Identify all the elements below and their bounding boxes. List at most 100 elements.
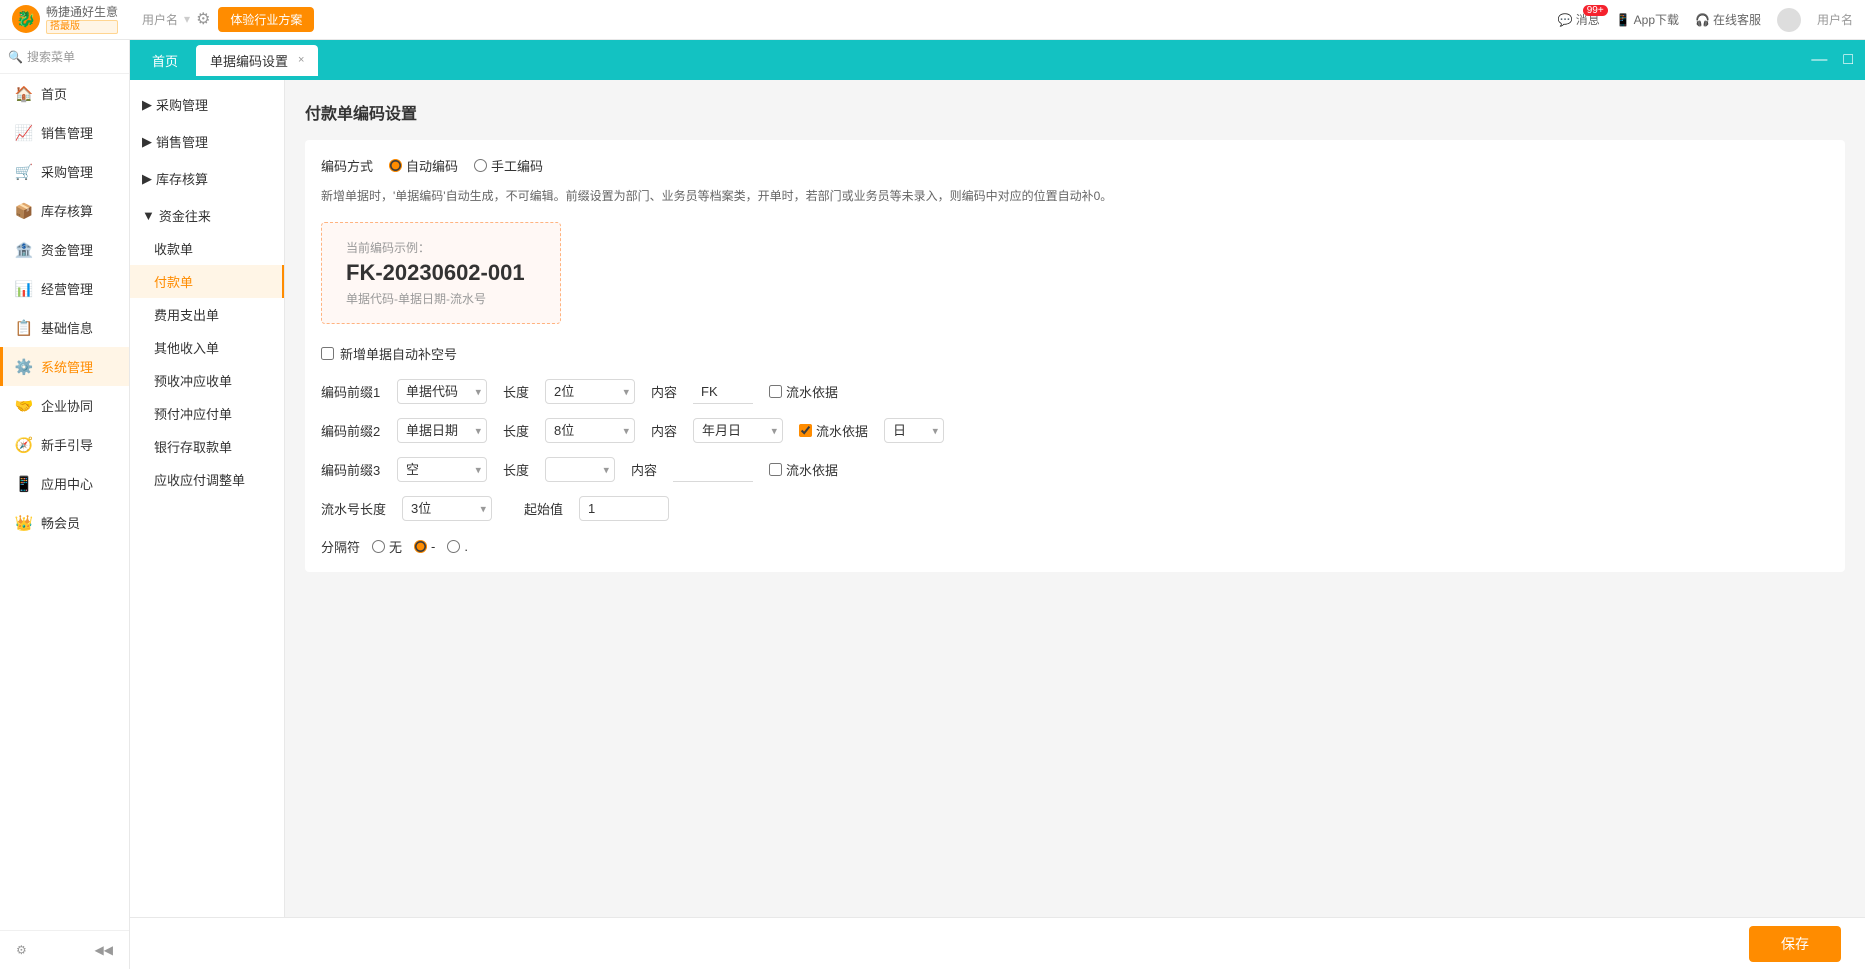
sidebar-item-guide[interactable]: 🧭 新手引导 [0, 425, 129, 464]
sidebar-item-apps[interactable]: 📱 应用中心 [0, 464, 129, 503]
member-icon: 👑 [15, 514, 33, 532]
sidebar-item-inventory[interactable]: 📦 库存核算 [0, 191, 129, 230]
prefix3-row: 编码前缀3 空 单据代码 单据日期 长度 [321, 457, 1829, 482]
prefix2-row: 编码前缀2 单据代码 单据日期 空 长度 [321, 418, 1829, 443]
tab-close-icon[interactable]: × [298, 54, 304, 66]
prefix1-length-select[interactable]: 2位 3位 4位 [545, 379, 635, 404]
search-menu-btn[interactable]: 🔍 搜索菜单 [0, 40, 129, 74]
prefix2-day-wrapper: 日 月 年 [884, 418, 944, 443]
prefix3-watermark-checkbox[interactable] [769, 463, 782, 476]
sub-group-title-inventory[interactable]: ▶ 库存核算 [130, 162, 284, 195]
prefix1-select[interactable]: 单据代码 单据日期 空 [397, 379, 487, 404]
sub-item-adjust[interactable]: 应收应付调整单 [130, 463, 284, 496]
online-service-btn[interactable]: 🎧 在线客服 [1695, 11, 1761, 28]
sub-group-capital: ▼ 资金往来 收款单 付款单 费用支出单 其他收入单 预收冲应收单 预付冲应付单… [130, 199, 284, 496]
right-panel: 首页 单据编码设置 × — □ ▶ 采购管理 [130, 40, 1865, 969]
auto-fill-checkbox[interactable] [321, 347, 334, 360]
prefix1-row: 编码前缀1 单据代码 单据日期 空 长度 [321, 379, 1829, 404]
prefix3-content-input [673, 458, 753, 482]
settings-icon[interactable]: ⚙ [196, 9, 210, 29]
sub-item-expense[interactable]: 费用支出单 [130, 298, 284, 331]
sep-none-option[interactable]: 无 [372, 537, 402, 556]
system-icon: ⚙️ [15, 358, 33, 376]
manual-code-option[interactable]: 手工编码 [474, 156, 543, 175]
sub-item-receipt[interactable]: 收款单 [130, 232, 284, 265]
inventory-icon: 📦 [15, 202, 33, 220]
prefix2-day-select[interactable]: 日 月 年 [884, 418, 944, 443]
sidebar-item-enterprise[interactable]: 🤝 企业协同 [0, 386, 129, 425]
prefix3-content-label: 内容 [631, 460, 657, 479]
prefix1-watermark-checkbox[interactable] [769, 385, 782, 398]
app-icon: 📱 [1616, 13, 1631, 27]
app-download-btn[interactable]: 📱 App下载 [1616, 11, 1679, 28]
capital-icon: 🏦 [15, 241, 33, 259]
sub-group-title-purchase[interactable]: ▶ 采购管理 [130, 88, 284, 121]
sidebar-item-basic[interactable]: 📋 基础信息 [0, 308, 129, 347]
sep-none-radio[interactable] [372, 540, 385, 553]
purchase-icon: 🛒 [15, 163, 33, 181]
sub-item-income[interactable]: 其他收入单 [130, 331, 284, 364]
prefix3-watermark-label: 流水依据 [769, 460, 838, 479]
sidebar-item-sales[interactable]: 📈 销售管理 [0, 113, 129, 152]
sidebar-item-home[interactable]: 🏠 首页 [0, 74, 129, 113]
top-bar: 🐉 畅捷通好生意 搭最版 用户名 ▾ ⚙ 体验行业方案 💬 消息 99+ 📱 A… [0, 0, 1865, 40]
form-rows: 编码前缀1 单据代码 单据日期 空 长度 [321, 379, 1829, 521]
prefix2-content-wrapper: 年 年月 年月日 [693, 418, 783, 443]
trial-btn[interactable]: 体验行业方案 [218, 7, 314, 32]
auto-code-radio[interactable] [389, 159, 402, 172]
app-logo: 🐉 畅捷通好生意 搭最版 [12, 5, 118, 33]
sep-dot-option[interactable]: . [447, 539, 468, 554]
operation-icon: 📊 [15, 280, 33, 298]
prefix3-label: 编码前缀3 [321, 460, 381, 479]
sep-dash-option[interactable]: - [414, 539, 435, 554]
logo-text: 畅捷通好生意 搭最版 [46, 5, 118, 33]
prefix3-length-select[interactable] [545, 457, 615, 482]
purchase-arrow-icon: ▶ [142, 97, 152, 113]
prefix2-select[interactable]: 单据代码 单据日期 空 [397, 418, 487, 443]
sep-dash-radio[interactable] [414, 540, 427, 553]
sub-group-title-capital[interactable]: ▼ 资金往来 [130, 199, 284, 232]
sidebar-item-member[interactable]: 👑 畅会员 [0, 503, 129, 542]
prefix2-length-select[interactable]: 2位 4位 6位 8位 [545, 418, 635, 443]
prefix2-watermark-label: 流水依据 [799, 421, 868, 440]
prefix2-watermark-checkbox[interactable] [799, 424, 812, 437]
prefix2-content-select[interactable]: 年 年月 年月日 [693, 418, 783, 443]
tab-minimize-btn[interactable]: — [1807, 47, 1831, 73]
sub-item-bank[interactable]: 银行存取款单 [130, 430, 284, 463]
separator-label: 分隔符 [321, 537, 360, 556]
prefix1-length-wrapper: 2位 3位 4位 [545, 379, 635, 404]
tab-maximize-btn[interactable]: □ [1839, 47, 1857, 73]
sub-item-payment[interactable]: 付款单 [130, 265, 284, 298]
message-btn[interactable]: 💬 消息 99+ [1558, 11, 1600, 28]
tab-home[interactable]: 首页 [138, 45, 192, 76]
collapse-btn[interactable]: ◀◀ [87, 939, 121, 961]
sub-group-title-sales[interactable]: ▶ 销售管理 [130, 125, 284, 158]
serial-length-select[interactable]: 2位 3位 4位 5位 [402, 496, 492, 521]
prefix2-length-label: 长度 [503, 421, 529, 440]
sales-icon: 📈 [15, 124, 33, 142]
sidebar-item-system[interactable]: ⚙️ 系统管理 [0, 347, 129, 386]
sidebar-item-operation[interactable]: 📊 经营管理 [0, 269, 129, 308]
sub-item-prepay-pay[interactable]: 预付冲应付单 [130, 397, 284, 430]
serial-length-label: 流水号长度 [321, 499, 386, 518]
main-content: 付款单编码设置 编码方式 自动编码 手工编码 [285, 80, 1865, 917]
inventory-arrow-icon: ▶ [142, 171, 152, 187]
manual-code-radio[interactable] [474, 159, 487, 172]
sub-item-prepay-recv[interactable]: 预收冲应收单 [130, 364, 284, 397]
settings-bottom-btn[interactable]: ⚙ [8, 939, 35, 961]
sidebar-item-capital[interactable]: 🏦 资金管理 [0, 230, 129, 269]
logo-icon: 🐉 [12, 5, 40, 33]
save-button[interactable]: 保存 [1749, 926, 1841, 962]
sidebar-item-purchase[interactable]: 🛒 采购管理 [0, 152, 129, 191]
serial-row: 流水号长度 2位 3位 4位 5位 起始值 [321, 496, 1829, 521]
prefix3-select[interactable]: 空 单据代码 单据日期 [397, 457, 487, 482]
sep-dot-radio[interactable] [447, 540, 460, 553]
prefix2-day-row: 日 月 年 [884, 418, 944, 443]
tab-encoding[interactable]: 单据编码设置 × [196, 45, 318, 76]
auto-code-option[interactable]: 自动编码 [389, 156, 458, 175]
auto-fill-label: 新增单据自动补空号 [340, 344, 457, 363]
code-preview-label: 当前编码示例： [346, 239, 536, 256]
sub-group-inventory: ▶ 库存核算 [130, 162, 284, 195]
start-value-input[interactable] [579, 496, 669, 521]
sub-sidebar: ▶ 采购管理 ▶ 销售管理 ▶ 库存核算 [130, 80, 285, 917]
